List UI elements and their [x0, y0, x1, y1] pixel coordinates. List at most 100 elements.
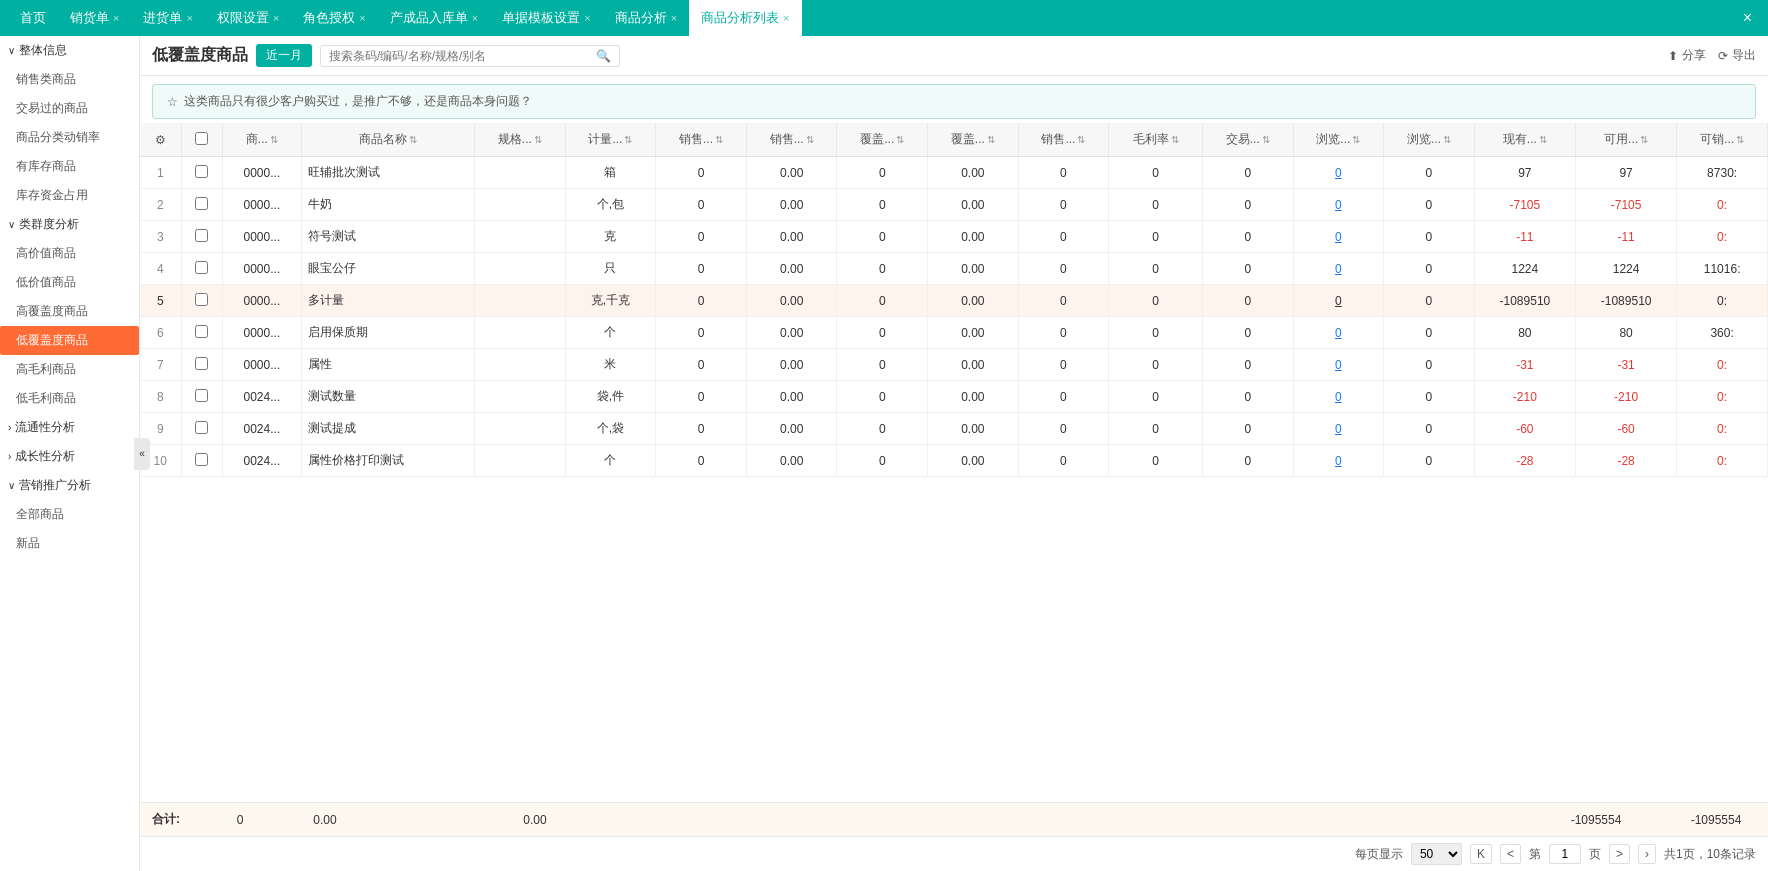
row-browse-a[interactable]: 0	[1293, 285, 1384, 317]
page-number-input[interactable]	[1549, 844, 1581, 864]
row-browse-a[interactable]: 0	[1293, 189, 1384, 221]
nav-close-icon[interactable]: ×	[273, 12, 279, 24]
export-button[interactable]: ⟳ 导出	[1718, 47, 1756, 64]
row-checkbox[interactable]	[181, 317, 222, 349]
row-gross-rate: 0	[1109, 157, 1203, 189]
nav-product-analysis-list[interactable]: 商品分析列表 ×	[689, 0, 801, 36]
nav-purchase-order[interactable]: 进货单 ×	[131, 0, 204, 36]
nav-close-icon[interactable]: ×	[359, 12, 365, 24]
row-checkbox[interactable]	[181, 221, 222, 253]
row-browse-a[interactable]: 0	[1293, 221, 1384, 253]
row-browse-a[interactable]: 0	[1293, 349, 1384, 381]
row-num: 1	[140, 157, 181, 189]
nav-template-settings[interactable]: 单据模板设置 ×	[490, 0, 602, 36]
nav-sales-order[interactable]: 销货单 ×	[58, 0, 131, 36]
row-checkbox[interactable]	[181, 189, 222, 221]
sidebar-item-all-goods[interactable]: 全部商品	[0, 500, 139, 529]
sidebar-item-in-stock[interactable]: 有库存商品	[0, 152, 139, 181]
sidebar-collapse-toggle[interactable]: «	[134, 438, 150, 470]
sidebar-section-overall[interactable]: ∨ 整体信息	[0, 36, 139, 65]
row-browse-b: 0	[1384, 221, 1475, 253]
nav-close-icon[interactable]: ×	[186, 12, 192, 24]
row-select-checkbox[interactable]	[195, 325, 208, 338]
nav-home[interactable]: 首页	[8, 0, 58, 36]
row-browse-a[interactable]: 0	[1293, 413, 1384, 445]
sidebar-item-low-coverage[interactable]: 低覆盖度商品	[0, 326, 139, 355]
row-checkbox[interactable]	[181, 349, 222, 381]
nav-close-icon[interactable]: ×	[472, 12, 478, 24]
share-button[interactable]: ⬆ 分享	[1668, 47, 1706, 64]
row-browse-a[interactable]: 0	[1293, 157, 1384, 189]
page-size-select[interactable]: 20 50 100	[1411, 843, 1462, 865]
row-select-checkbox[interactable]	[195, 453, 208, 466]
row-select-checkbox[interactable]	[195, 389, 208, 402]
row-select-checkbox[interactable]	[195, 261, 208, 274]
sidebar-item-sales-goods[interactable]: 销售类商品	[0, 65, 139, 94]
row-available: -1089510	[1576, 285, 1677, 317]
search-input[interactable]	[329, 49, 596, 63]
row-browse-a[interactable]: 0	[1293, 445, 1384, 477]
sidebar-section-liquidity[interactable]: › 流通性分析	[0, 413, 139, 442]
row-checkbox[interactable]	[181, 413, 222, 445]
sidebar-section-cluster[interactable]: ∨ 类群度分析	[0, 210, 139, 239]
nav-close-icon[interactable]: ×	[113, 12, 119, 24]
row-checkbox[interactable]	[181, 381, 222, 413]
sidebar-item-low-margin[interactable]: 低毛利商品	[0, 384, 139, 413]
sidebar-item-new-products[interactable]: 新品	[0, 529, 139, 558]
row-num: 3	[140, 221, 181, 253]
last-page-button[interactable]: ›	[1638, 844, 1656, 864]
nav-close-icon[interactable]: ×	[671, 12, 677, 24]
row-sales-amt: 0.00	[746, 381, 837, 413]
row-sales-c: 0	[1018, 221, 1109, 253]
row-code: 0000...	[222, 349, 301, 381]
sidebar-item-high-value[interactable]: 高价值商品	[0, 239, 139, 268]
row-checkbox[interactable]	[181, 445, 222, 477]
row-checkbox[interactable]	[181, 285, 222, 317]
nav-close-icon[interactable]: ×	[783, 12, 789, 24]
sidebar-item-high-coverage[interactable]: 高覆盖度商品	[0, 297, 139, 326]
row-browse-a[interactable]: 0	[1293, 317, 1384, 349]
row-select-checkbox[interactable]	[195, 421, 208, 434]
row-select-checkbox[interactable]	[195, 197, 208, 210]
row-checkbox[interactable]	[181, 157, 222, 189]
search-icon[interactable]: 🔍	[596, 49, 611, 63]
time-filter-button[interactable]: 近一月	[256, 44, 312, 67]
row-select-checkbox[interactable]	[195, 357, 208, 370]
next-page-button[interactable]: >	[1609, 844, 1630, 864]
prev-page-button[interactable]: <	[1500, 844, 1521, 864]
row-num: 8	[140, 381, 181, 413]
row-unit: 个	[565, 317, 656, 349]
table-row: 9 0024... 测试提成 个,袋 0 0.00 0 0.00 0 0 0 0…	[140, 413, 1768, 445]
table-row: 1 0000... 旺辅批次测试 箱 0 0.00 0 0.00 0 0 0 0…	[140, 157, 1768, 189]
sidebar-item-low-value[interactable]: 低价值商品	[0, 268, 139, 297]
sidebar-section-marketing[interactable]: ∨ 营销推广分析	[0, 471, 139, 500]
row-browse-a[interactable]: 0	[1293, 253, 1384, 285]
row-browse-b: 0	[1384, 381, 1475, 413]
sidebar-item-high-margin[interactable]: 高毛利商品	[0, 355, 139, 384]
nav-close-icon[interactable]: ×	[584, 12, 590, 24]
row-select-checkbox[interactable]	[195, 229, 208, 242]
select-all-checkbox[interactable]	[195, 132, 208, 145]
row-current: -210	[1474, 381, 1575, 413]
window-close-button[interactable]: ×	[1735, 9, 1760, 27]
nav-permission-settings[interactable]: 权限设置 ×	[205, 0, 291, 36]
sidebar-item-category-rate[interactable]: 商品分类动销率	[0, 123, 139, 152]
sidebar-section-growth[interactable]: › 成长性分析	[0, 442, 139, 471]
row-available: 97	[1576, 157, 1677, 189]
row-sales-amt: 0.00	[746, 413, 837, 445]
col-checkbox[interactable]	[181, 123, 222, 157]
table-row: 7 0000... 属性 米 0 0.00 0 0.00 0 0 0 0 0 -…	[140, 349, 1768, 381]
row-browse-a[interactable]: 0	[1293, 381, 1384, 413]
row-unit: 个,袋	[565, 413, 656, 445]
nav-product-entry[interactable]: 产成品入库单 ×	[378, 0, 490, 36]
nav-role-auth[interactable]: 角色授权 ×	[291, 0, 377, 36]
first-page-button[interactable]: K	[1470, 844, 1492, 864]
section-arrow-icon: ›	[8, 451, 11, 462]
sidebar-item-traded-goods[interactable]: 交易过的商品	[0, 94, 139, 123]
row-select-checkbox[interactable]	[195, 293, 208, 306]
row-checkbox[interactable]	[181, 253, 222, 285]
nav-product-analysis[interactable]: 商品分析 ×	[603, 0, 689, 36]
sidebar-item-capital[interactable]: 库存资金占用	[0, 181, 139, 210]
col-settings[interactable]: ⚙	[140, 123, 181, 157]
row-select-checkbox[interactable]	[195, 165, 208, 178]
